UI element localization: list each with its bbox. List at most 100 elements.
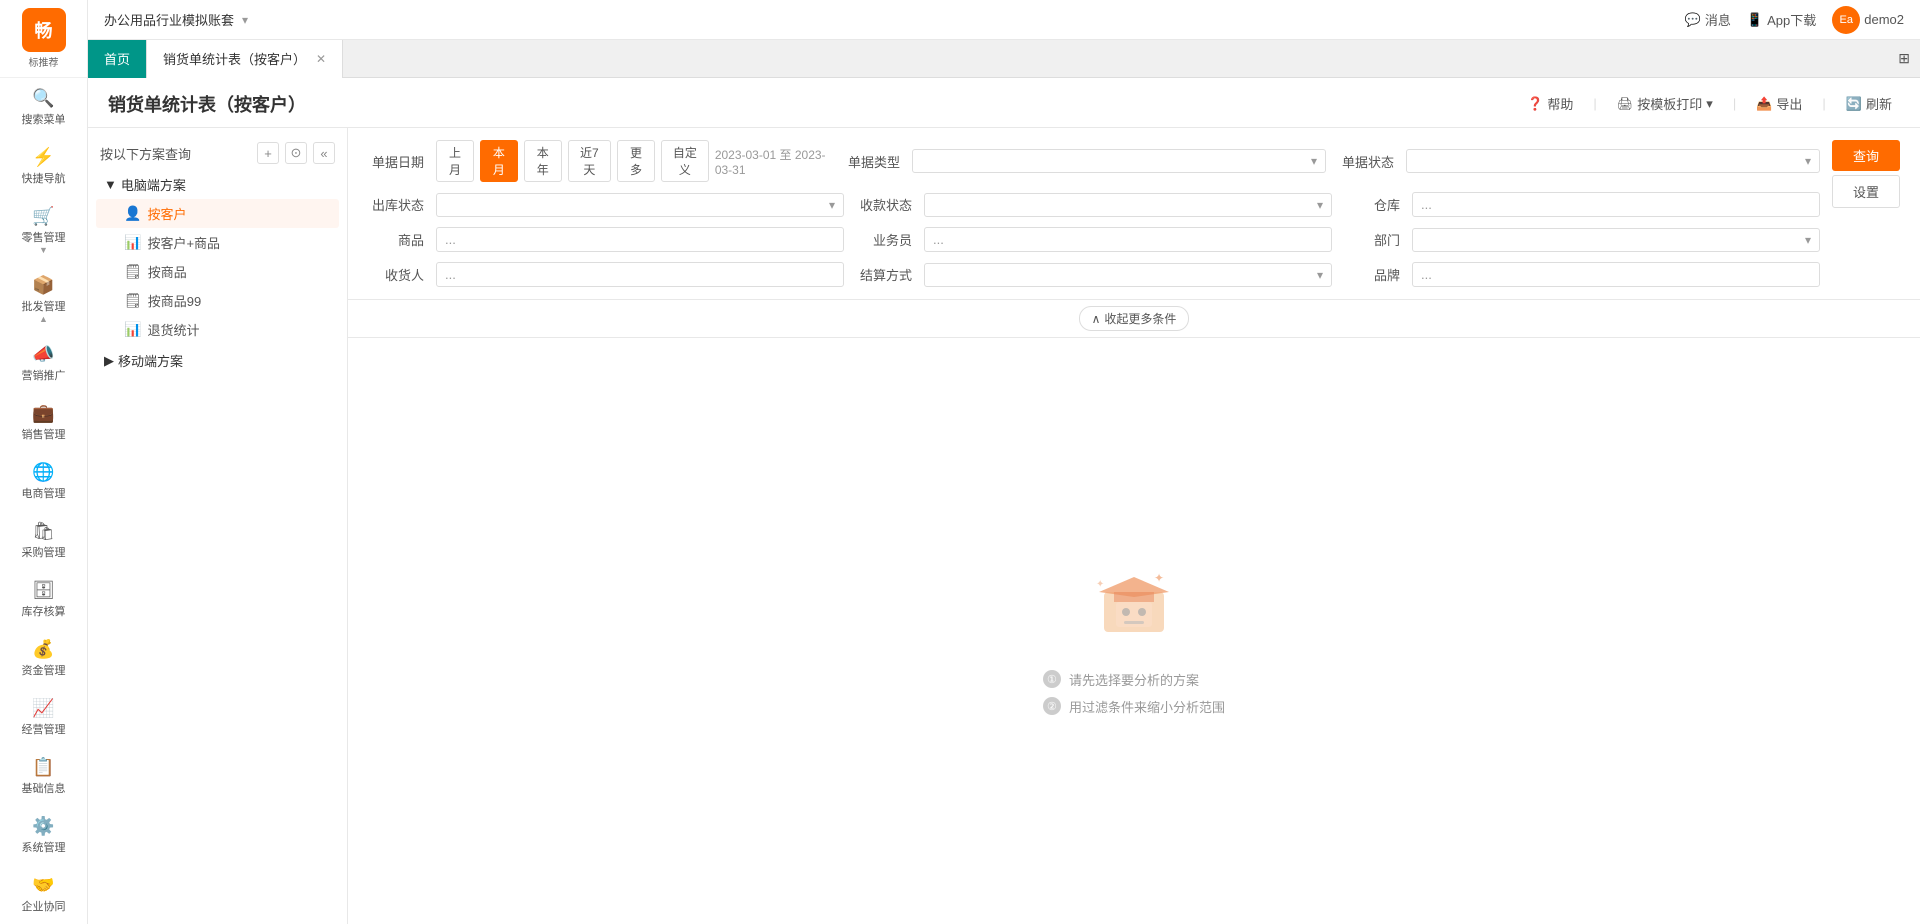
sidebar-item-retail[interactable]: 🛒 零售管理 ▼ [0,196,87,265]
out-status-select[interactable]: ▾ [436,193,844,217]
topbar-right: 💬 消息 📱 App下载 Ea demo2 [1685,6,1904,34]
app-download-label: App下载 [1767,10,1816,29]
warehouse-input[interactable]: ... [1412,192,1820,217]
sidebar-item-operations[interactable]: 📈 经营管理 [0,688,87,747]
finance-icon: 💰 [32,639,54,660]
tab-home-label: 首页 [104,49,130,68]
payment-status-select[interactable]: ▾ [924,193,1332,217]
sidebar-item-finance[interactable]: 💰 资金管理 [0,629,87,688]
scheme-item-by-customer[interactable]: 👤 按客户 [96,199,339,228]
help-label: 帮助 [1547,94,1573,113]
filter-main-row: 单据日期 上月 本月 本年 近7天 更多 自定义 2023-03-01 至 20… [368,140,1900,287]
sidebar-item-purchase[interactable]: 🛍 采购管理 [0,511,87,570]
sidebar-item-ecommerce[interactable]: 🌐 电商管理 [0,452,87,511]
print-btn[interactable]: 🖨 按模板打印 ▾ [1609,90,1721,117]
purchase-icon: 🛍 [32,521,55,542]
sidebar-item-wholesale[interactable]: 📦 批发管理 ▲ [0,265,87,334]
customer-goods-icon: 📊 [124,234,141,251]
scheme-group-desktop-header[interactable]: ▼ 电脑端方案 [96,170,339,199]
download-icon: 📱 [1747,12,1763,28]
app-download-btn[interactable]: 📱 App下载 [1747,10,1816,29]
out-status-dropdown-icon: ▾ [829,198,835,212]
customer-label: 按客户 [147,204,186,223]
retail-arrow-icon: ▼ [39,245,48,255]
sidebar-sales-label: 销售管理 [22,426,66,442]
tab-close-icon[interactable]: ✕ [316,52,326,66]
filter-row-4: 收货人 ... 结算方式 ▾ 品牌 [368,262,1820,287]
department-dropdown-icon: ▾ [1805,233,1811,247]
sidebar-item-inventory[interactable]: 🗄 库存核算 [0,570,87,629]
scheme-panel-actions: + ⊙ « [257,142,335,164]
mobile-group-label: 移动端方案 [118,351,183,370]
tab-home[interactable]: 首页 [88,40,147,78]
expand-icon: ⊞ [1898,50,1910,66]
collapse-label: 收起更多条件 [1104,310,1176,327]
date-btn-more[interactable]: 更多 [617,140,655,182]
scheme-edit-btn[interactable]: ⊙ [285,142,307,164]
brand-input[interactable]: ... [1412,262,1820,287]
refresh-label: 刷新 [1866,94,1892,113]
date-btn-this-month[interactable]: 本月 [480,140,518,182]
tip-num-1: ① [1043,670,1061,688]
filter-row-1: 单据日期 上月 本月 本年 近7天 更多 自定义 2023-03-01 至 20… [368,140,1820,182]
sidebar-logo: 畅 标推荐 [0,0,87,78]
page-header: 销货单统计表（按客户） ❓ 帮助 | 🖨 按模板打印 ▾ | 📤 [88,78,1920,128]
payment-status-label: 收款状态 [856,195,912,214]
operations-icon: 📈 [32,698,54,719]
scheme-collapse-btn[interactable]: « [313,142,335,164]
date-btn-7days[interactable]: 近7天 [568,140,611,182]
user-menu[interactable]: Ea demo2 [1832,6,1904,34]
out-status-label: 出库状态 [368,195,424,214]
sidebar-item-search[interactable]: 🔍 搜索菜单 [0,78,87,137]
receiver-input[interactable]: ... [436,262,844,287]
print-dropdown-icon: ▾ [1706,96,1713,112]
doc-status-select[interactable]: ▾ [1406,149,1820,173]
sidebar-item-marketing[interactable]: 📣 营销推广 [0,334,87,393]
date-btn-this-year[interactable]: 本年 [524,140,562,182]
scheme-item-by-goods[interactable]: 🗒 按商品 [96,257,339,286]
scheme-item-customer-goods[interactable]: 📊 按客户+商品 [96,228,339,257]
collapse-conditions-btn[interactable]: ∧ 收起更多条件 [1079,306,1190,331]
sidebar-item-basics[interactable]: 📋 基础信息 [0,747,87,806]
salesperson-input[interactable]: ... [924,227,1332,252]
sidebar-item-quicknav[interactable]: ⚡ 快捷导航 [0,137,87,196]
date-btn-custom[interactable]: 自定义 [661,140,709,182]
customer-goods-label: 按客户+商品 [147,233,220,252]
scheme-item-goods99[interactable]: 🗒 按商品99 [96,286,339,315]
return-stats-icon: 📊 [124,321,141,338]
query-btn[interactable]: 查询 [1832,140,1900,171]
page-header-top: 销货单统计表（按客户） ❓ 帮助 | 🖨 按模板打印 ▾ | 📤 [108,90,1900,127]
scheme-item-return-stats[interactable]: 📊 退货统计 [96,315,339,344]
scheme-group-mobile-header[interactable]: ▶ 移动端方案 [96,346,339,375]
refresh-btn[interactable]: 🔄 刷新 [1838,90,1900,117]
goods99-label: 按商品99 [148,291,201,310]
help-icon: ❓ [1527,96,1543,112]
doc-type-select[interactable]: ▾ [912,149,1326,173]
export-btn[interactable]: 📤 导出 [1748,90,1810,117]
customer-icon: 👤 [124,205,141,222]
message-btn[interactable]: 💬 消息 [1685,10,1731,29]
goods-label: 商品 [368,230,424,249]
sidebar-item-system[interactable]: ⚙️ 系统管理 [0,806,87,865]
sidebar-item-sales[interactable]: 💼 销售管理 [0,393,87,452]
brand-value: ... [1421,267,1432,282]
scheme-group-mobile: ▶ 移动端方案 [96,346,339,375]
goods-icon: 🗒 [124,263,142,280]
return-stats-label: 退货统计 [147,320,199,339]
ecommerce-icon: 🌐 [32,462,54,483]
sidebar-item-enterprise[interactable]: 🤝 企业协同 [0,865,87,924]
mobile-group-arrow: ▶ [104,353,114,369]
topbar-left: 办公用品行业模拟账套 ▾ [104,10,248,29]
settings-btn[interactable]: 设置 [1832,175,1900,208]
goods-input[interactable]: ... [436,227,844,252]
department-label: 部门 [1344,230,1400,249]
settlement-select[interactable]: ▾ [924,263,1332,287]
industry-dropdown[interactable]: ▾ [242,13,248,27]
scheme-add-btn[interactable]: + [257,142,279,164]
date-btn-last-month[interactable]: 上月 [436,140,474,182]
help-btn[interactable]: ❓ 帮助 [1519,90,1581,117]
sidebar-retail-label: 零售管理 [22,229,66,245]
tab-expand-btn[interactable]: ⊞ [1888,50,1920,67]
department-select[interactable]: ▾ [1412,228,1820,252]
tab-sales-stats[interactable]: 销货单统计表（按客户） ✕ [147,40,343,78]
